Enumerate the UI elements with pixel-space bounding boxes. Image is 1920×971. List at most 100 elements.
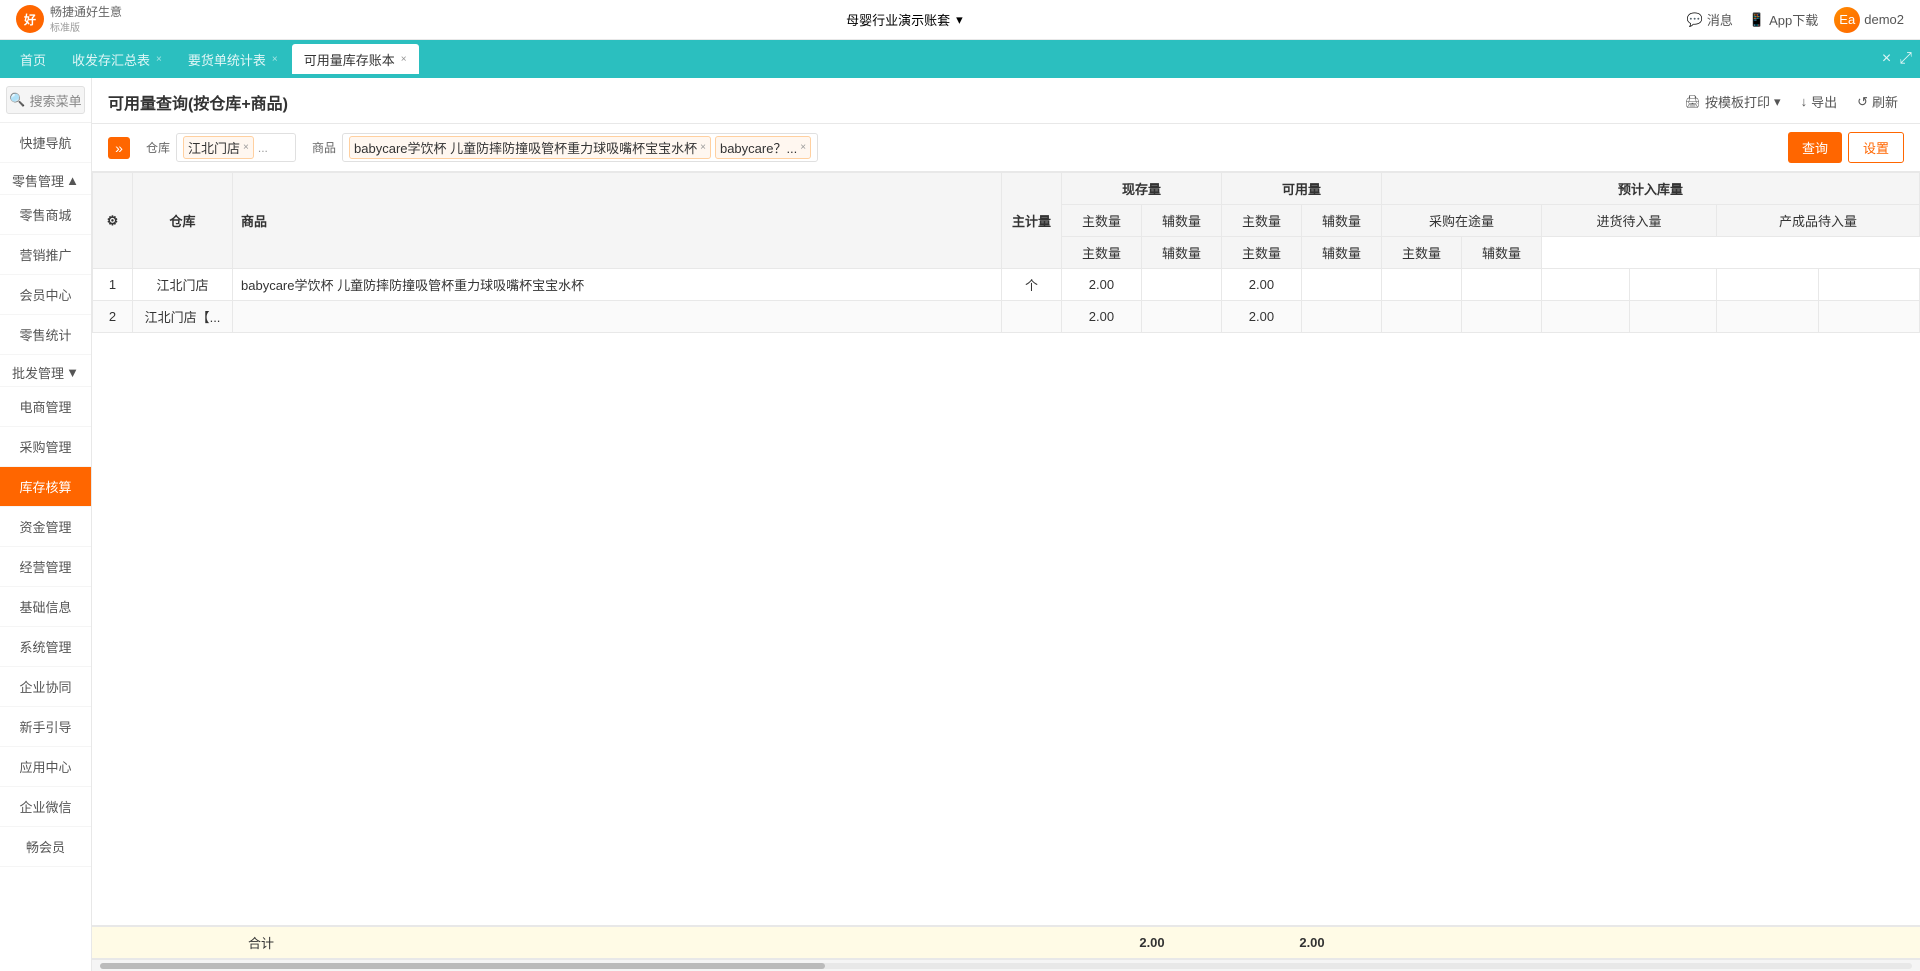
row1-product-aux (1818, 269, 1920, 301)
sidebar-item-marketing[interactable]: 营销推广 (0, 235, 91, 275)
product-tag-text-2: babycare？... (720, 138, 797, 157)
row1-product-main (1717, 269, 1818, 301)
tab-requisition-label: 要货单统计表 (188, 50, 266, 69)
sidebar-item-system[interactable]: 系统管理 (0, 627, 91, 667)
logo-icon: 好 (16, 5, 44, 33)
th-settings-icon[interactable]: ⚙ (93, 173, 133, 269)
tab-home[interactable]: 首页 (8, 44, 58, 74)
row2-product-aux (1818, 301, 1920, 333)
row1-stock-aux (1141, 269, 1221, 301)
industry-selector[interactable]: 母婴行业演示账套 ▾ (846, 10, 963, 29)
avatar-text: Ea (1839, 12, 1855, 27)
th-available-main: 主数量 (1221, 205, 1301, 237)
th-available-group: 可用量 (1221, 173, 1381, 205)
warehouse-filter: 仓库 江北门店 × ... (146, 133, 296, 162)
app-download-label: App下载 (1769, 10, 1818, 29)
tab-requisition[interactable]: 要货单统计表 × (176, 44, 290, 74)
tab-receivable[interactable]: 收发存汇总表 × (60, 44, 174, 74)
message-btn[interactable]: 💬 消息 (1687, 10, 1733, 29)
print-btn[interactable]: 🖨 按模板打印 ▾ (1679, 88, 1787, 115)
sidebar-search-area: 🔍 搜索菜单 (0, 78, 91, 123)
product-tag-2: babycare？... × (715, 136, 811, 159)
close-all-btn[interactable]: × (1882, 50, 1891, 68)
refresh-btn[interactable]: ↺ 刷新 (1851, 88, 1904, 115)
th-goods-pending: 进货待入量 (1541, 205, 1716, 237)
th-available-aux: 辅数量 (1301, 205, 1381, 237)
user-area[interactable]: Ea demo2 (1834, 7, 1904, 33)
query-btn[interactable]: 查询 (1788, 132, 1842, 163)
tab-receivable-close[interactable]: × (156, 54, 162, 65)
table-footer: 合计 2.00 2.00 (92, 925, 1920, 959)
sidebar-item-retail[interactable]: 零售管理 ▲ (0, 163, 91, 195)
row2-purchase-main (1381, 301, 1461, 333)
sidebar-item-purchase[interactable]: 采购管理 (0, 427, 91, 467)
sidebar-member-label: 会员中心 (19, 285, 71, 304)
bottom-scrollbar[interactable] (92, 959, 1920, 971)
tab-available[interactable]: 可用量库存账本 × (292, 44, 419, 74)
tab-receivable-label: 收发存汇总表 (72, 50, 150, 69)
avatar: Ea (1834, 7, 1860, 33)
sidebar-item-retail-store[interactable]: 零售商城 (0, 195, 91, 235)
row2-goods-main (1541, 301, 1629, 333)
expand-filter-btn[interactable]: » (108, 137, 130, 159)
row2-stock-main: 2.00 (1061, 301, 1141, 333)
scroll-thumb (100, 963, 825, 969)
sidebar-item-member2[interactable]: 畅会员 (0, 827, 91, 867)
th-goods-main: 主数量 (1221, 237, 1301, 269)
table-row: 2 江北门店【... 2.00 2.00 (93, 301, 1920, 333)
product-tag-2-close[interactable]: × (800, 142, 806, 153)
restore-btn[interactable]: ⤢ (1899, 50, 1912, 68)
th-product-aux: 辅数量 (1461, 237, 1541, 269)
sidebar-retail-store-label: 零售商城 (19, 205, 71, 224)
sidebar-item-operations[interactable]: 经营管理 (0, 547, 91, 587)
row2-warehouse: 江北门店【... (133, 301, 233, 333)
sidebar-purchase-label: 采购管理 (19, 437, 71, 456)
row1-goods-aux (1629, 269, 1717, 301)
row1-goods-main (1541, 269, 1629, 301)
sidebar-item-wholesale[interactable]: 批发管理 ▼ (0, 355, 91, 387)
row1-unit: 个 (1001, 269, 1061, 301)
th-unit: 主计量 (1001, 173, 1061, 269)
row1-purchase-main (1381, 269, 1461, 301)
warehouse-filter-more[interactable]: ... (258, 141, 268, 155)
settings-btn[interactable]: 设置 (1848, 132, 1904, 163)
sidebar-item-shortcut[interactable]: 快捷导航 (0, 123, 91, 163)
sidebar-retail-stat-label: 零售统计 (19, 325, 71, 344)
warehouse-tag-1: 江北门店 × (183, 136, 254, 159)
tab-requisition-close[interactable]: × (272, 54, 278, 65)
sidebar-item-newbie[interactable]: 新手引导 (0, 707, 91, 747)
warehouse-filter-value[interactable]: 江北门店 × ... (176, 133, 296, 162)
sidebar-item-app-center[interactable]: 应用中心 (0, 747, 91, 787)
warehouse-tag-close[interactable]: × (243, 142, 249, 153)
search-label: 搜索菜单 (30, 91, 82, 110)
sidebar-enterprise-label: 企业协同 (19, 677, 71, 696)
main-table: ⚙ 仓库 商品 主计量 现存量 可用量 预计入库量 主数量 辅数量 主数量 辅数… (92, 172, 1920, 333)
th-warehouse: 仓库 (133, 173, 233, 269)
industry-label: 母婴行业演示账套 (846, 10, 950, 29)
sidebar-item-member[interactable]: 会员中心 (0, 275, 91, 315)
sidebar-item-inventory[interactable]: 库存核算 (0, 467, 91, 507)
sidebar-item-finance[interactable]: 资金管理 (0, 507, 91, 547)
refresh-label: 刷新 (1872, 92, 1898, 111)
row2-seq: 2 (93, 301, 133, 333)
page-title: 可用量查询(按仓库+商品) (108, 90, 288, 114)
product-tag-1-close[interactable]: × (700, 142, 706, 153)
sidebar-item-ecommerce[interactable]: 电商管理 (0, 387, 91, 427)
tab-available-close[interactable]: × (401, 54, 407, 65)
sidebar-search-btn[interactable]: 🔍 搜索菜单 (6, 86, 85, 114)
app-download-btn[interactable]: 📱 App下载 (1749, 10, 1818, 29)
export-label: 导出 (1811, 92, 1837, 111)
sidebar-item-basic[interactable]: 基础信息 (0, 587, 91, 627)
tab-home-label: 首页 (20, 50, 46, 69)
sidebar-item-enterprise-wx[interactable]: 企业微信 (0, 787, 91, 827)
export-btn[interactable]: ↓ 导出 (1795, 88, 1844, 115)
sidebar-item-retail-stat[interactable]: 零售统计 (0, 315, 91, 355)
sidebar-newbie-label: 新手引导 (19, 717, 71, 736)
top-bar-left: 好 畅捷通好生意 标准版 (16, 5, 122, 34)
sidebar-shortcut-label: 快捷导航 (19, 133, 71, 152)
product-filter-value[interactable]: babycare学饮杯 儿童防摔防撞吸管杯重力球吸嘴杯宝宝水杯 × babyca… (342, 133, 818, 162)
sidebar-item-enterprise[interactable]: 企业协同 (0, 667, 91, 707)
scroll-track (100, 963, 1912, 969)
sidebar-basic-label: 基础信息 (19, 597, 71, 616)
message-icon: 💬 (1687, 12, 1703, 28)
